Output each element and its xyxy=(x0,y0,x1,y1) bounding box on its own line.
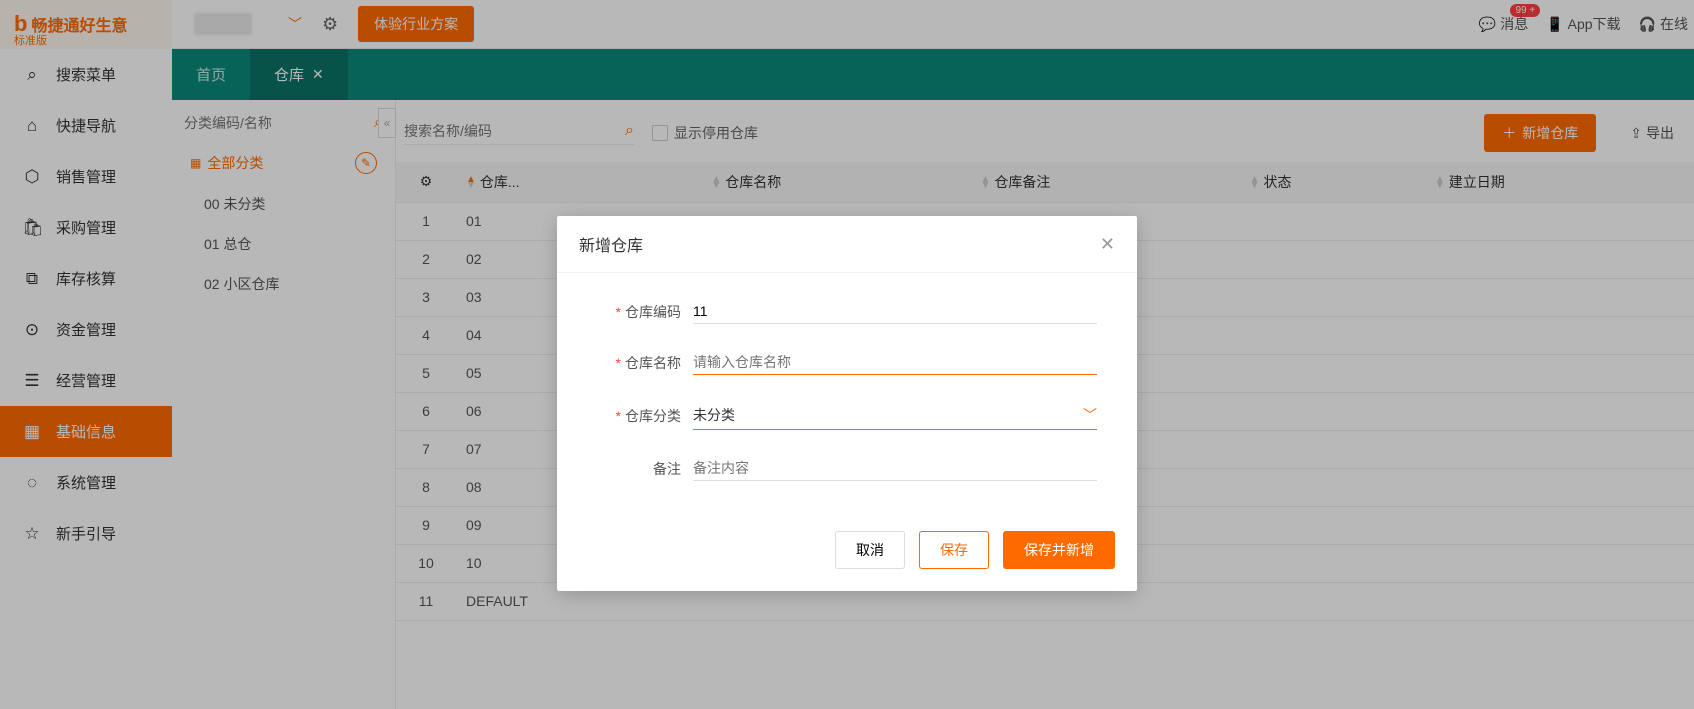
close-icon[interactable]: ✕ xyxy=(1100,234,1115,255)
field-code-row: *仓库编码 xyxy=(597,299,1097,324)
add-warehouse-modal: 新增仓库 ✕ *仓库编码 *仓库名称 *仓库分类 未分类 ﹀ 备注 xyxy=(557,216,1137,591)
warehouse-category-select[interactable]: 未分类 ﹀ xyxy=(693,401,1097,430)
cancel-button[interactable]: 取消 xyxy=(835,531,905,569)
field-code-label: 仓库编码 xyxy=(625,304,681,320)
category-selected-value: 未分类 xyxy=(693,405,1083,425)
field-name-row: *仓库名称 xyxy=(597,350,1097,375)
modal-title: 新增仓库 xyxy=(579,232,643,256)
field-memo-row: 备注 xyxy=(597,456,1097,481)
field-category-label: 仓库分类 xyxy=(625,408,681,424)
field-name-label: 仓库名称 xyxy=(625,355,681,371)
modal-footer: 取消 保存 保存并新增 xyxy=(557,517,1137,591)
warehouse-memo-input[interactable] xyxy=(693,460,1097,476)
modal-header: 新增仓库 ✕ xyxy=(557,216,1137,273)
warehouse-name-input[interactable] xyxy=(693,354,1097,370)
field-memo-label: 备注 xyxy=(653,461,681,477)
warehouse-code-input[interactable] xyxy=(693,303,1097,319)
modal-body: *仓库编码 *仓库名称 *仓库分类 未分类 ﹀ 备注 xyxy=(557,273,1137,517)
save-button[interactable]: 保存 xyxy=(919,531,989,569)
chevron-down-icon: ﹀ xyxy=(1083,405,1097,425)
modal-mask: 新增仓库 ✕ *仓库编码 *仓库名称 *仓库分类 未分类 ﹀ 备注 xyxy=(0,0,1694,709)
field-category-row: *仓库分类 未分类 ﹀ xyxy=(597,401,1097,430)
save-and-add-button[interactable]: 保存并新增 xyxy=(1003,531,1115,569)
